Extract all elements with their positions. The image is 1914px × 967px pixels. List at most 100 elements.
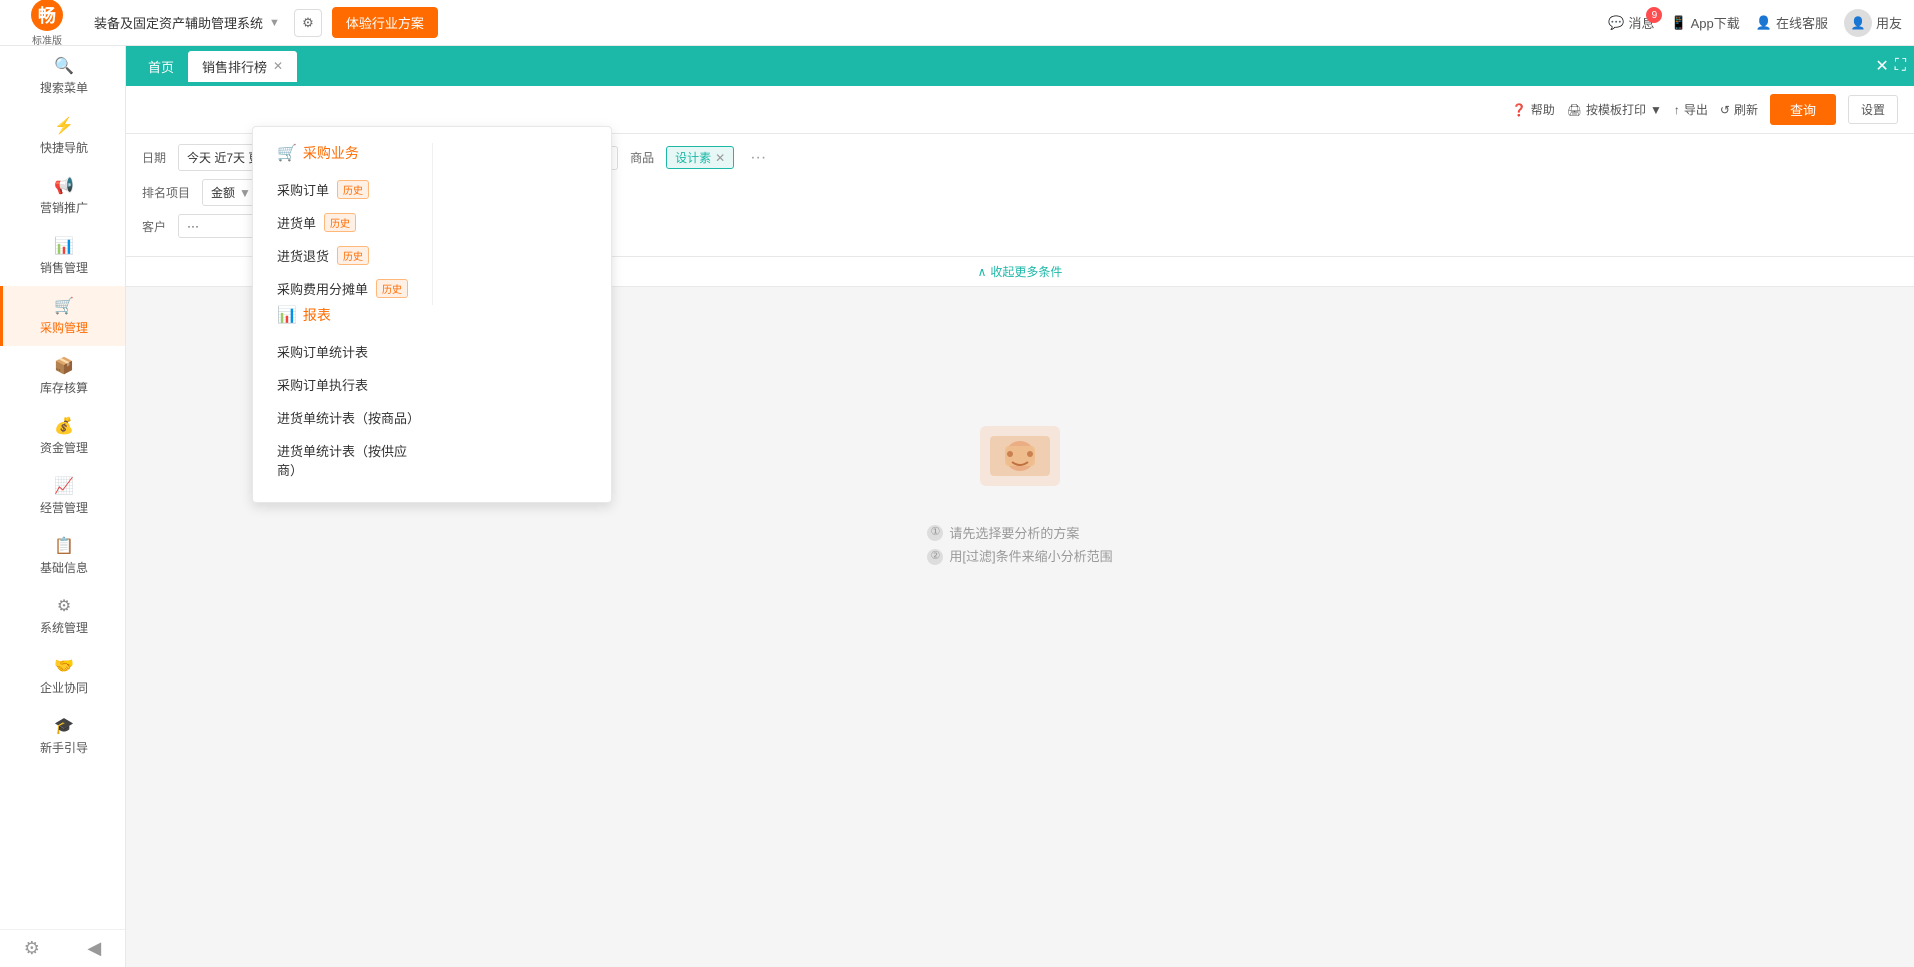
- empty-line2: 用[过滤]条件来缩小分析范围: [949, 545, 1112, 568]
- operations-icon: 📈: [54, 476, 74, 496]
- step1-num: ①: [927, 525, 943, 541]
- help-icon: ❓: [1512, 103, 1527, 117]
- sidebar-bottom: ⚙ ◀: [0, 929, 125, 967]
- menu-item-stock-return[interactable]: 进货退货 历史: [277, 239, 424, 272]
- menu-item-stock-stat-goods[interactable]: 进货单统计表（按商品）: [277, 401, 424, 434]
- sidebar: 🔍 搜索菜单 ⚡ 快捷导航 📢 营销推广 📊 销售管理 🛒 采购管理 📦: [0, 46, 126, 967]
- basic-icon: 📋: [54, 536, 74, 556]
- collapse-sidebar-icon[interactable]: ◀: [87, 938, 101, 959]
- empty-text: ① 请先选择要分析的方案 ② 用[过滤]条件来缩小分析范围: [927, 522, 1112, 569]
- tab-bar: 首页 销售排行榜 ✕ ✕ ⛶: [126, 46, 1914, 86]
- top-bar: 畅 标准版 装备及固定资产辅助管理系统 ▼ ⚙ 体验行业方案 💬 消息 9 📱 …: [0, 0, 1914, 46]
- purchase-icon: 🛒: [54, 296, 74, 316]
- sidebar-guide-label: 新手引导: [40, 739, 88, 756]
- date-label: 日期: [142, 149, 166, 166]
- sales-icon: 📊: [54, 236, 74, 256]
- menu-item-purchase-order-exec[interactable]: 采购订单执行表: [277, 368, 424, 401]
- logo-area: 畅 标准版: [12, 0, 82, 47]
- main-content: ❓ 帮助 🖨 按模板打印 ▼ ↑ 导出 ↺ 刷新: [126, 86, 1914, 967]
- app-download-button[interactable]: 📱 App下载: [1670, 13, 1739, 32]
- help-label: 帮助: [1531, 101, 1555, 118]
- service-icon: 👤: [1756, 15, 1772, 31]
- stock-stat-supplier-label: 进货单统计表（按供应商）: [277, 441, 424, 479]
- guide-icon: 🎓: [54, 716, 74, 736]
- purchase-order-label: 采购订单: [277, 180, 329, 199]
- sidebar-item-sales[interactable]: 📊 销售管理: [0, 226, 125, 286]
- sidebar-item-guide[interactable]: 🎓 新手引导: [0, 706, 125, 766]
- quick-icon: ⚡: [54, 116, 74, 136]
- tab-home[interactable]: 首页: [134, 51, 188, 82]
- stock-in-hist: 历史: [324, 213, 356, 232]
- sidebar-item-search[interactable]: 🔍 搜索菜单: [0, 46, 125, 106]
- logo-sub: 标准版: [32, 32, 62, 47]
- tab-bar-actions: ✕ ⛶: [1875, 56, 1906, 76]
- customer-label: 客户: [142, 218, 166, 235]
- menu-item-stock-stat-supplier[interactable]: 进货单统计表（按供应商）: [277, 434, 424, 486]
- title-dropdown-arrow[interactable]: ▼: [269, 17, 280, 29]
- sidebar-sales-label: 销售管理: [40, 259, 88, 276]
- menu-item-purchase-order-stat[interactable]: 采购订单统计表: [277, 335, 424, 368]
- purchase-fee-label: 采购费用分摊单: [277, 279, 368, 298]
- menu-divider: [432, 143, 595, 305]
- menu-item-purchase-order[interactable]: 采购订单 历史: [277, 173, 424, 206]
- refresh-icon: ↺: [1720, 103, 1730, 117]
- tab-close-icon[interactable]: ✕: [273, 59, 283, 73]
- export-button[interactable]: ↑ 导出: [1674, 101, 1708, 118]
- sidebar-item-quick[interactable]: ⚡ 快捷导航: [0, 106, 125, 166]
- sidebar-operations-label: 经营管理: [40, 499, 88, 516]
- sidebar-item-cooperation[interactable]: 🤝 企业协同: [0, 646, 125, 706]
- sidebar-search-label: 搜索菜单: [40, 79, 88, 96]
- phone-icon: 📱: [1670, 15, 1686, 31]
- settings-bottom-icon[interactable]: ⚙: [24, 938, 40, 959]
- sidebar-item-operations[interactable]: 📈 经营管理: [0, 466, 125, 526]
- query-button[interactable]: 查询: [1770, 94, 1836, 125]
- system-title: 装备及固定资产辅助管理系统: [94, 13, 263, 32]
- sidebar-item-marketing[interactable]: 📢 营销推广: [0, 166, 125, 226]
- sidebar-quick-label: 快捷导航: [40, 139, 88, 156]
- messages-button[interactable]: 💬 消息 9: [1608, 13, 1654, 32]
- gear-button[interactable]: ⚙: [294, 9, 322, 37]
- window-close-icon[interactable]: ✕: [1875, 56, 1888, 76]
- refresh-button[interactable]: ↺ 刷新: [1720, 101, 1758, 118]
- print-dropdown-arrow[interactable]: ▼: [1650, 103, 1662, 117]
- sidebar-item-purchase[interactable]: 🛒 采购管理: [0, 286, 125, 346]
- message-icon: 💬: [1608, 15, 1624, 31]
- message-badge: 9: [1646, 7, 1662, 23]
- report-section: 📊 报表 采购订单统计表 采购订单执行表 进货单统计表（按商品）: [269, 305, 432, 486]
- tab-sales-ranking[interactable]: 销售排行榜 ✕: [188, 51, 297, 82]
- system-title-area: 装备及固定资产辅助管理系统 ▼ ⚙: [94, 9, 322, 37]
- empty-illustration: [960, 406, 1080, 506]
- logo-icon: 畅: [31, 0, 63, 31]
- window-maximize-icon[interactable]: ⛶: [1895, 57, 1906, 75]
- collapse-up-icon: ∧: [978, 265, 987, 279]
- service-button[interactable]: 👤 在线客服: [1756, 13, 1828, 32]
- top-bar-right: 💬 消息 9 📱 App下载 👤 在线客服 👤 用友: [1608, 9, 1902, 37]
- sidebar-item-system[interactable]: ⚙ 系统管理: [0, 586, 125, 646]
- menu-item-purchase-fee[interactable]: 采购费用分摊单 历史: [277, 272, 424, 305]
- print-button[interactable]: 🖨 按模板打印 ▼: [1567, 101, 1662, 118]
- stock-return-hist: 历史: [337, 246, 369, 265]
- refresh-label: 刷新: [1734, 101, 1758, 118]
- app-label: App下载: [1691, 13, 1740, 32]
- export-icon: ↑: [1674, 103, 1680, 117]
- sidebar-purchase-label: 采购管理: [40, 319, 88, 336]
- stock-in-label: 进货单: [277, 213, 316, 232]
- sidebar-item-inventory[interactable]: 📦 库存核算: [0, 346, 125, 406]
- settings-button[interactable]: 设置: [1848, 95, 1898, 124]
- help-button[interactable]: ❓ 帮助: [1512, 101, 1555, 118]
- sidebar-item-fund[interactable]: 💰 资金管理: [0, 406, 125, 466]
- collapse-text: 收起更多条件: [990, 263, 1062, 280]
- avatar: 👤: [1844, 9, 1872, 37]
- goods-tag-close[interactable]: ✕: [715, 151, 725, 165]
- solution-button[interactable]: 体验行业方案: [332, 7, 438, 38]
- rank-label: 排名项目: [142, 184, 190, 201]
- empty-line1: 请先选择要分析的方案: [949, 522, 1079, 545]
- report-section-title: 📊 报表: [277, 305, 424, 325]
- sidebar-item-basic[interactable]: 📋 基础信息: [0, 526, 125, 586]
- fund-icon: 💰: [54, 416, 74, 436]
- user-area[interactable]: 👤 用友: [1844, 9, 1902, 37]
- menu-item-stock-in[interactable]: 进货单 历史: [277, 206, 424, 239]
- purchase-section-title: 🛒 采购业务: [277, 143, 424, 163]
- report-section-label: 报表: [303, 305, 331, 325]
- goods-more-dots[interactable]: ···: [750, 149, 766, 167]
